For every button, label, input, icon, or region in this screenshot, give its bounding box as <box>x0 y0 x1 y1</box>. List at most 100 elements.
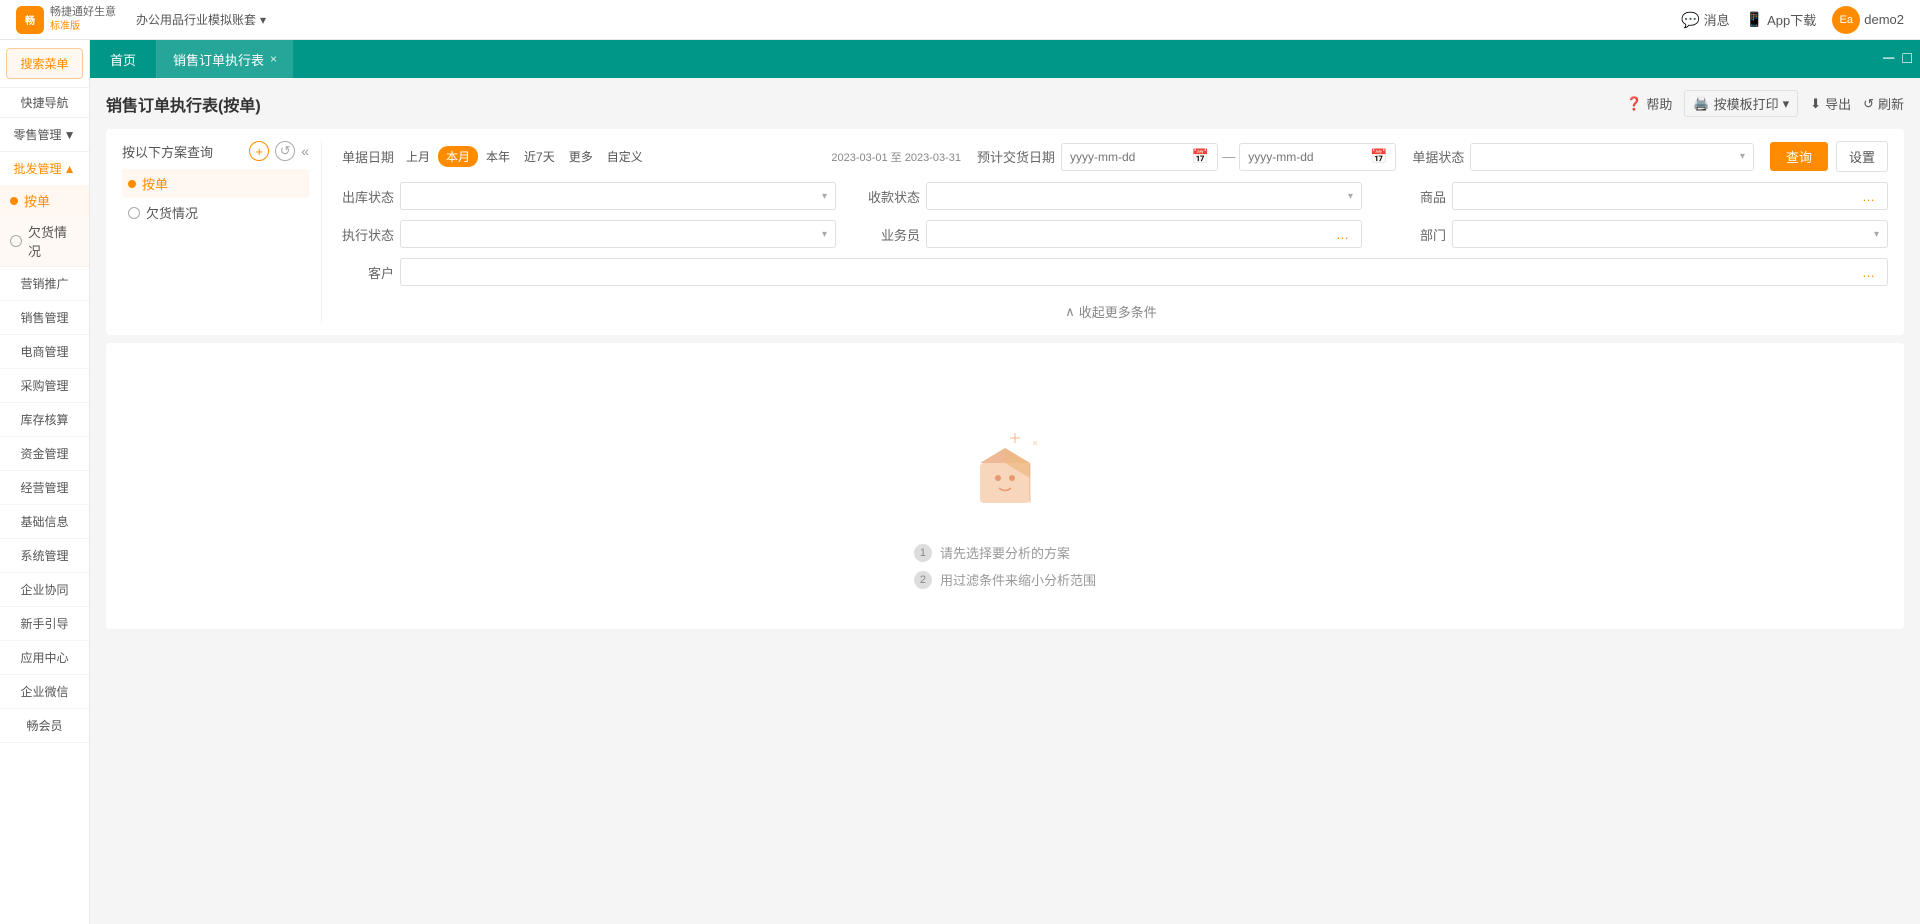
sidebar-item-inventory[interactable]: 库存核算 <box>0 403 89 437</box>
active-scheme-dot-icon <box>128 180 136 188</box>
sidebar-search-area: 搜索菜单 <box>0 40 89 88</box>
dept-label: 部门 <box>1386 225 1446 244</box>
sidebar-item-management[interactable]: 经营管理 <box>0 471 89 505</box>
tab-maximize-icon[interactable]: □ <box>1902 50 1912 68</box>
print-button[interactable]: 🖨️ 按模板打印 ▾ <box>1684 90 1798 117</box>
calendar-end-icon[interactable]: 📅 <box>1370 148 1387 165</box>
sidebar-item-member[interactable]: 畅会员 <box>0 709 89 743</box>
page-header-actions: ❓ 帮助 🖨️ 按模板打印 ▾ ⬇ 导出 ↺ <box>1626 90 1904 117</box>
sidebar-item-newbie[interactable]: 新手引导 <box>0 607 89 641</box>
filter-panel: 按以下方案查询 + ↺ « 按单 <box>106 129 1904 335</box>
message-button[interactable]: 💬 消息 <box>1681 10 1730 29</box>
collapse-sidebar-button[interactable]: « <box>301 143 309 159</box>
filter-field-dept: 部门 ▾ <box>1386 220 1888 248</box>
tab-home[interactable]: 首页 <box>90 40 157 78</box>
filter-field-shipment: 出库状态 ▾ <box>334 182 836 210</box>
scheme-option-欠货情况[interactable]: 欠货情况 <box>122 198 309 227</box>
main-layout: 搜索菜单 快捷导航 零售管理 ▼ 批发管理 ▲ 按单 <box>0 40 1920 924</box>
tab-sales-exec[interactable]: 销售订单执行表 × <box>157 40 293 78</box>
sidebar-sub-item-按单[interactable]: 按单 <box>0 185 89 216</box>
status-select[interactable]: ▾ <box>1470 143 1754 171</box>
tab-bar: 首页 销售订单执行表 × ─ □ <box>90 40 1920 78</box>
quick-nav-button[interactable]: 快捷导航 <box>0 88 89 118</box>
filter-actions: 查询 设置 <box>1770 141 1888 172</box>
predict-date-start-input[interactable]: 📅 <box>1061 143 1218 171</box>
search-button[interactable]: 查询 <box>1770 142 1828 171</box>
collapse-more-button[interactable]: ∧ 收起更多条件 <box>334 296 1888 323</box>
date-tab-custom[interactable]: 自定义 <box>601 146 649 167</box>
sidebar-group-retail: 零售管理 ▼ <box>0 118 89 152</box>
customer-more-icon[interactable]: … <box>1858 265 1879 280</box>
industry-selector[interactable]: 办公用品行业模拟账套 ▾ <box>136 11 266 28</box>
filter-field-payment: 收款状态 ▾ <box>860 182 1362 210</box>
chevron-down-icon: ▼ <box>64 128 76 142</box>
content-area: 销售订单执行表(按单) ❓ 帮助 🖨️ 按模板打印 ▾ ⬇ <box>90 78 1920 924</box>
sidebar-item-ecommerce[interactable]: 电商管理 <box>0 335 89 369</box>
empty-hints: 1 请先选择要分析的方案 2 用过滤条件来缩小分析范围 <box>914 543 1096 589</box>
empty-hint-2: 2 用过滤条件来缩小分析范围 <box>914 570 1096 589</box>
tab-minimize-icon[interactable]: ─ <box>1883 50 1894 68</box>
customer-select[interactable]: … <box>400 258 1888 286</box>
date-separator: — <box>1222 149 1235 164</box>
exec-select[interactable]: ▾ <box>400 220 836 248</box>
logo-area: 畅 畅捷通好生意 标准版 <box>16 6 116 34</box>
refresh-icon: ↺ <box>1863 96 1874 112</box>
app-download-button[interactable]: 📱 App下载 <box>1746 10 1817 29</box>
setting-button[interactable]: 设置 <box>1836 141 1888 172</box>
sidebar-item-sales[interactable]: 销售管理 <box>0 301 89 335</box>
filter-row-3: 执行状态 ▾ 业务员 <box>334 220 1888 248</box>
salesperson-more-icon[interactable]: … <box>1332 227 1353 242</box>
predict-start-field[interactable] <box>1070 150 1192 164</box>
date-tab-more[interactable]: 更多 <box>563 146 599 167</box>
sidebar-item-retail[interactable]: 零售管理 ▼ <box>0 118 89 151</box>
sidebar-item-app-center[interactable]: 应用中心 <box>0 641 89 675</box>
date-tab-this-month[interactable]: 本月 <box>438 146 478 167</box>
sidebar-sub-item-欠货情况[interactable]: 欠货情况 <box>0 216 89 266</box>
status-chevron-icon: ▾ <box>1740 151 1745 162</box>
scheme-option-按单[interactable]: 按单 <box>122 169 309 198</box>
sidebar-group-wholesale: 批发管理 ▲ 按单 欠货情况 <box>0 152 89 267</box>
payment-select[interactable]: ▾ <box>926 182 1362 210</box>
avatar: Ea <box>1832 6 1860 34</box>
sidebar-item-system[interactable]: 系统管理 <box>0 539 89 573</box>
predict-end-field[interactable] <box>1248 150 1370 164</box>
sidebar-item-purchase[interactable]: 采购管理 <box>0 369 89 403</box>
filter-field-salesperson: 业务员 … <box>860 220 1362 248</box>
inactive-circle-icon <box>10 235 22 247</box>
help-button[interactable]: ❓ 帮助 <box>1626 94 1672 113</box>
user-menu[interactable]: Ea demo2 <box>1832 6 1904 34</box>
dept-chevron-icon: ▾ <box>1874 229 1879 240</box>
filter-row-1: 单据日期 上月 本月 本年 近7天 更多 自定义 <box>334 141 1888 172</box>
sidebar-item-finance[interactable]: 资金管理 <box>0 437 89 471</box>
date-group: 上月 本月 本年 近7天 更多 自定义 <box>400 146 823 167</box>
shipment-select[interactable]: ▾ <box>400 182 836 210</box>
export-button[interactable]: ⬇ 导出 <box>1810 94 1851 113</box>
sidebar-item-enterprise[interactable]: 企业协同 <box>0 573 89 607</box>
tab-actions: ─ □ <box>1875 50 1920 68</box>
add-scheme-button[interactable]: + <box>249 141 269 161</box>
date-tab-last-month[interactable]: 上月 <box>400 146 436 167</box>
dept-select[interactable]: ▾ <box>1452 220 1888 248</box>
page-title: 销售订单执行表(按单) <box>106 92 261 116</box>
product-select[interactable]: … <box>1452 182 1888 210</box>
exec-chevron-icon: ▾ <box>822 229 827 240</box>
top-bar: 畅 畅捷通好生意 标准版 办公用品行业模拟账套 ▾ 💬 消息 📱 App下载 E… <box>0 0 1920 40</box>
filter-sidebar-actions: + ↺ « <box>249 141 309 161</box>
predict-date-end-input[interactable]: 📅 <box>1239 143 1396 171</box>
product-more-icon[interactable]: … <box>1858 189 1879 204</box>
right-panel: 首页 销售订单执行表 × ─ □ 销售订单执行表(按单) ❓ <box>90 40 1920 924</box>
salesperson-select[interactable]: … <box>926 220 1362 248</box>
tab-close-icon[interactable]: × <box>270 52 277 66</box>
sidebar-item-wholesale[interactable]: 批发管理 ▲ <box>0 152 89 185</box>
date-tab-7days[interactable]: 近7天 <box>518 146 561 167</box>
search-menu-button[interactable]: 搜索菜单 <box>6 48 83 79</box>
print-icon: 🖨️ <box>1693 96 1709 112</box>
sidebar-item-marketing[interactable]: 营销推广 <box>0 267 89 301</box>
date-tabs: 上月 本月 本年 近7天 更多 自定义 <box>400 146 649 167</box>
date-tab-this-year[interactable]: 本年 <box>480 146 516 167</box>
sidebar-item-enterprise-wechat[interactable]: 企业微信 <box>0 675 89 709</box>
refresh-scheme-button[interactable]: ↺ <box>275 141 295 161</box>
calendar-start-icon[interactable]: 📅 <box>1192 148 1209 165</box>
sidebar-item-basic-info[interactable]: 基础信息 <box>0 505 89 539</box>
refresh-button[interactable]: ↺ 刷新 <box>1863 94 1904 113</box>
